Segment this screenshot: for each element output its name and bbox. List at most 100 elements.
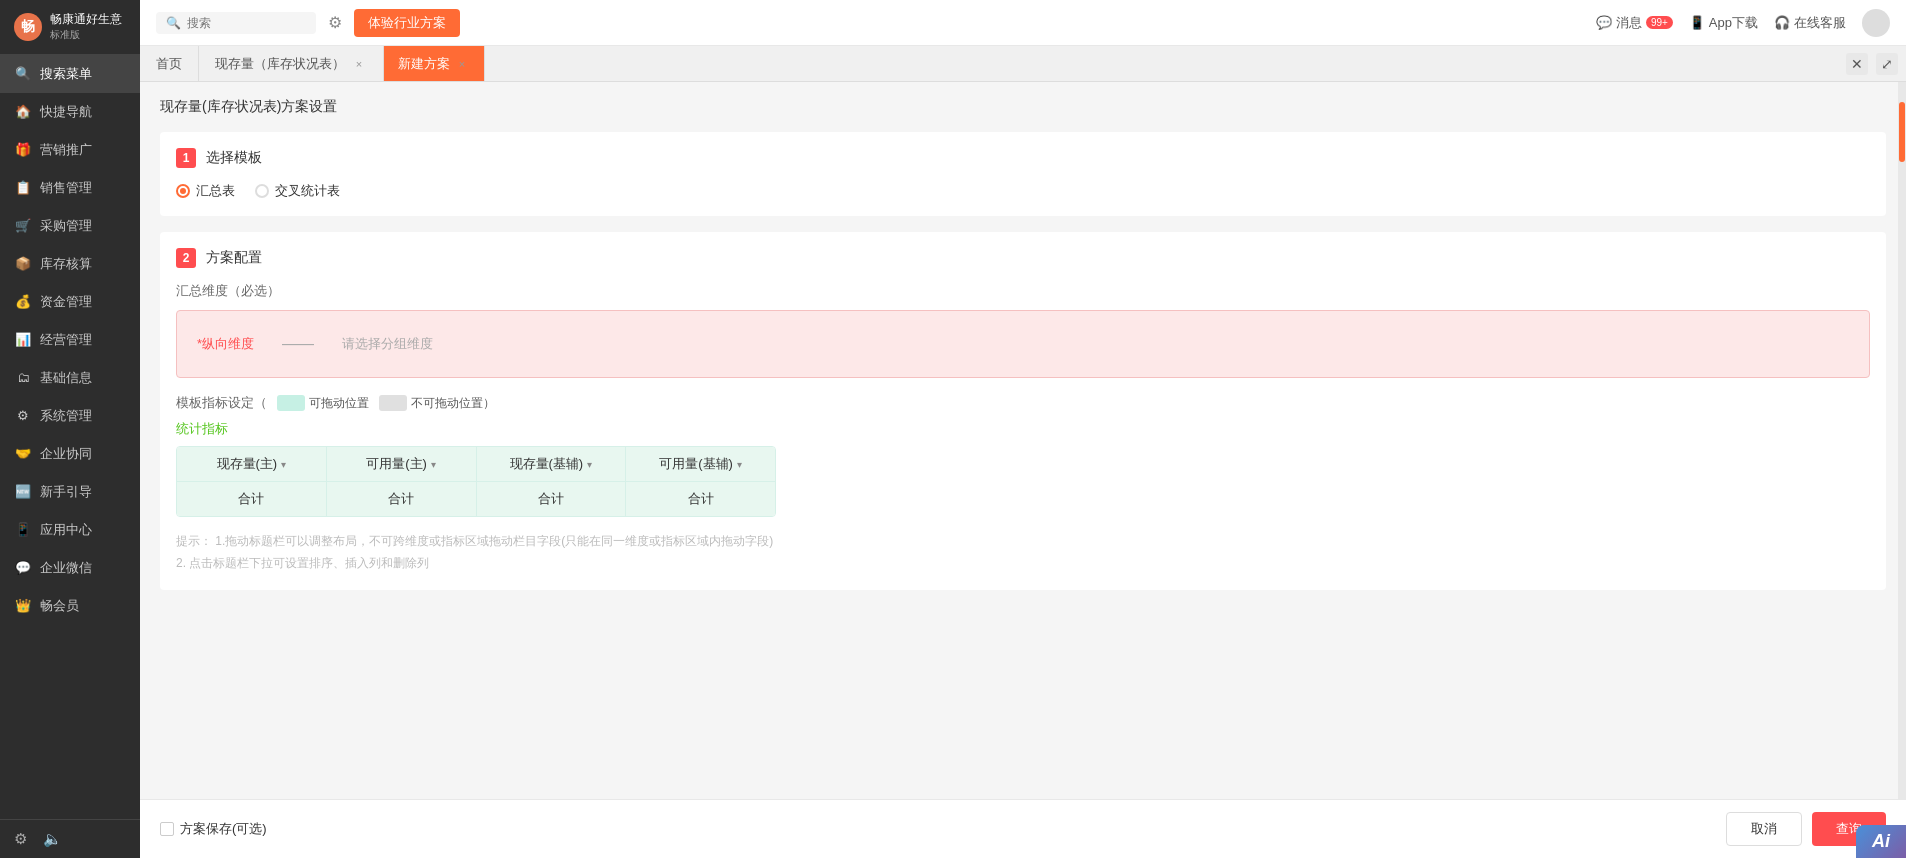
sidebar-label-finance: 资金管理 bbox=[40, 293, 92, 311]
save-option[interactable]: 方案保存(可选) bbox=[160, 820, 267, 838]
sales-icon: 📋 bbox=[14, 179, 32, 197]
money-icon: 💰 bbox=[14, 293, 32, 311]
sidebar-item-wechat[interactable]: 💬 企业微信 bbox=[0, 549, 140, 587]
volume-icon[interactable]: 🔈 bbox=[43, 830, 62, 848]
sidebar-label-member: 畅会员 bbox=[40, 597, 79, 615]
drag-can-badge: 可拖动位置 bbox=[277, 395, 369, 412]
sidebar: 畅 畅康通好生意 标准版 🔍 搜索菜单 🏠 快捷导航 🎁 营销推广 📋 销售管理… bbox=[0, 0, 140, 858]
right-scrollbar[interactable] bbox=[1898, 82, 1906, 799]
cart-icon: 🛒 bbox=[14, 217, 32, 235]
drag-cant-box bbox=[379, 395, 407, 411]
topbar-search-input[interactable] bbox=[187, 16, 297, 30]
drag-cant-badge: 不可拖动位置） bbox=[379, 395, 495, 412]
radio-cross[interactable] bbox=[255, 184, 269, 198]
sidebar-item-search-menu[interactable]: 🔍 搜索菜单 bbox=[0, 55, 140, 93]
sidebar-item-enterprise[interactable]: 🤝 企业协同 bbox=[0, 435, 140, 473]
hints-section: 提示： 1.拖动标题栏可以调整布局，不可跨维度或指标区域拖动栏目字段(只能在同一… bbox=[176, 531, 1870, 574]
stats-table: 现存量(主) ▾ 合计 可用量(主) ▾ 合计 bbox=[176, 446, 776, 517]
step2-section: 2 方案配置 汇总维度（必选） *纵向维度 —— 请选择分组维度 模板指标设定（… bbox=[160, 232, 1886, 590]
tab-inventory-label: 现存量（库存状况表） bbox=[215, 55, 345, 73]
trial-industry-button[interactable]: 体验行业方案 bbox=[354, 9, 460, 37]
sidebar-item-member[interactable]: 👑 畅会员 bbox=[0, 587, 140, 625]
step2-number: 2 bbox=[176, 248, 196, 268]
sidebar-item-inventory[interactable]: 📦 库存核算 bbox=[0, 245, 140, 283]
stats-col-4-chevron[interactable]: ▾ bbox=[737, 459, 742, 470]
window-close-button[interactable]: ✕ bbox=[1846, 53, 1868, 75]
stats-col-2-header[interactable]: 可用量(主) ▾ bbox=[327, 447, 476, 482]
sidebar-label-sales: 销售管理 bbox=[40, 179, 92, 197]
chat-icon: 💬 bbox=[1596, 15, 1612, 30]
search-icon: 🔍 bbox=[14, 65, 32, 83]
stats-col-4: 可用量(基辅) ▾ 合计 bbox=[626, 447, 775, 516]
messages-badge: 99+ bbox=[1646, 16, 1673, 29]
sidebar-item-base-info[interactable]: 🗂 基础信息 bbox=[0, 359, 140, 397]
sidebar-item-marketing[interactable]: 🎁 营销推广 bbox=[0, 131, 140, 169]
drag-can-label: 可拖动位置 bbox=[309, 395, 369, 412]
step1-title: 选择模板 bbox=[206, 149, 262, 167]
drag-can-box bbox=[277, 395, 305, 411]
crown-icon: 👑 bbox=[14, 597, 32, 615]
radio-summary[interactable] bbox=[176, 184, 190, 198]
sidebar-item-finance[interactable]: 💰 资金管理 bbox=[0, 283, 140, 321]
home-icon: 🏠 bbox=[14, 103, 32, 121]
stats-col-3: 现存量(基辅) ▾ 合计 bbox=[477, 447, 627, 516]
cancel-button[interactable]: 取消 bbox=[1726, 812, 1802, 846]
dimension-area[interactable]: *纵向维度 —— 请选择分组维度 bbox=[176, 310, 1870, 378]
stats-section: 统计指标 现存量(主) ▾ 合计 可用量(主) bbox=[176, 420, 1870, 517]
tabbar: 首页 现存量（库存状况表） × 新建方案 × ✕ ⤢ bbox=[140, 46, 1906, 82]
radio-option-cross[interactable]: 交叉统计表 bbox=[255, 182, 340, 200]
tab-inventory[interactable]: 现存量（库存状况表） × bbox=[199, 46, 384, 81]
sidebar-item-purchase[interactable]: 🛒 采购管理 bbox=[0, 207, 140, 245]
sidebar-label-quick-nav: 快捷导航 bbox=[40, 103, 92, 121]
tab-home[interactable]: 首页 bbox=[140, 46, 199, 81]
settings-icon[interactable]: ⚙ bbox=[14, 830, 27, 848]
app-download-group[interactable]: 📱 App下载 bbox=[1689, 14, 1758, 32]
sidebar-item-new-guide[interactable]: 🆕 新手引导 bbox=[0, 473, 140, 511]
stats-col-2-chevron[interactable]: ▾ bbox=[431, 459, 436, 470]
save-checkbox[interactable] bbox=[160, 822, 174, 836]
topbar-gear-icon[interactable]: ⚙ bbox=[328, 13, 342, 32]
page-content: 现存量(库存状况表)方案设置 1 选择模板 汇总表 交叉统计表 2 bbox=[140, 82, 1906, 799]
stats-col-1-label: 现存量(主) bbox=[217, 455, 278, 473]
sidebar-item-operation[interactable]: 📊 经营管理 bbox=[0, 321, 140, 359]
radio-cross-label: 交叉统计表 bbox=[275, 182, 340, 200]
indicators-label: 模板指标设定（ 可拖动位置 不可拖动位置） bbox=[176, 394, 1870, 412]
radio-option-summary[interactable]: 汇总表 bbox=[176, 182, 235, 200]
sidebar-label-system: 系统管理 bbox=[40, 407, 92, 425]
stats-col-1-header[interactable]: 现存量(主) ▾ bbox=[177, 447, 326, 482]
sidebar-item-quick-nav[interactable]: 🏠 快捷导航 bbox=[0, 93, 140, 131]
main-area: 🔍 ⚙ 体验行业方案 💬 消息 99+ 📱 App下载 🎧 在线客服 首页 bbox=[140, 0, 1906, 858]
dimension-required-text: *纵向维度 bbox=[197, 335, 254, 353]
online-service-group[interactable]: 🎧 在线客服 bbox=[1774, 14, 1846, 32]
step1-section: 1 选择模板 汇总表 交叉统计表 bbox=[160, 132, 1886, 216]
topbar-search-box[interactable]: 🔍 bbox=[156, 12, 316, 34]
step2-header: 2 方案配置 bbox=[176, 248, 1870, 268]
sidebar-label-inventory: 库存核算 bbox=[40, 255, 92, 273]
sidebar-item-system[interactable]: ⚙ 系统管理 bbox=[0, 397, 140, 435]
ai-badge[interactable]: Ai bbox=[1856, 825, 1906, 858]
app-logo: 畅 畅康通好生意 标准版 bbox=[0, 0, 140, 55]
stats-col-1: 现存量(主) ▾ 合计 bbox=[177, 447, 327, 516]
scrollbar-thumb bbox=[1899, 102, 1905, 162]
user-avatar[interactable] bbox=[1862, 9, 1890, 37]
window-expand-button[interactable]: ⤢ bbox=[1876, 53, 1898, 75]
stats-col-4-label: 可用量(基辅) bbox=[659, 455, 733, 473]
tab-new-close[interactable]: × bbox=[454, 56, 470, 72]
stats-col-3-chevron[interactable]: ▾ bbox=[587, 459, 592, 470]
tab-new-scheme[interactable]: 新建方案 × bbox=[384, 46, 485, 81]
gift-icon: 🎁 bbox=[14, 141, 32, 159]
stats-col-3-header[interactable]: 现存量(基辅) ▾ bbox=[477, 447, 626, 482]
stats-col-1-chevron[interactable]: ▾ bbox=[281, 459, 286, 470]
stats-col-3-label: 现存量(基辅) bbox=[510, 455, 584, 473]
app-version: 标准版 bbox=[50, 28, 122, 42]
save-option-label: 方案保存(可选) bbox=[180, 820, 267, 838]
sidebar-item-app-center[interactable]: 📱 应用中心 bbox=[0, 511, 140, 549]
tab-inventory-close[interactable]: × bbox=[351, 56, 367, 72]
messages-icon-group[interactable]: 💬 消息 99+ bbox=[1596, 14, 1673, 32]
stats-title: 统计指标 bbox=[176, 420, 1870, 438]
app-download-label: App下载 bbox=[1709, 14, 1758, 32]
sidebar-item-sales[interactable]: 📋 销售管理 bbox=[0, 169, 140, 207]
stats-col-2: 可用量(主) ▾ 合计 bbox=[327, 447, 477, 516]
page-title: 现存量(库存状况表)方案设置 bbox=[160, 98, 1886, 116]
stats-col-4-header[interactable]: 可用量(基辅) ▾ bbox=[626, 447, 775, 482]
